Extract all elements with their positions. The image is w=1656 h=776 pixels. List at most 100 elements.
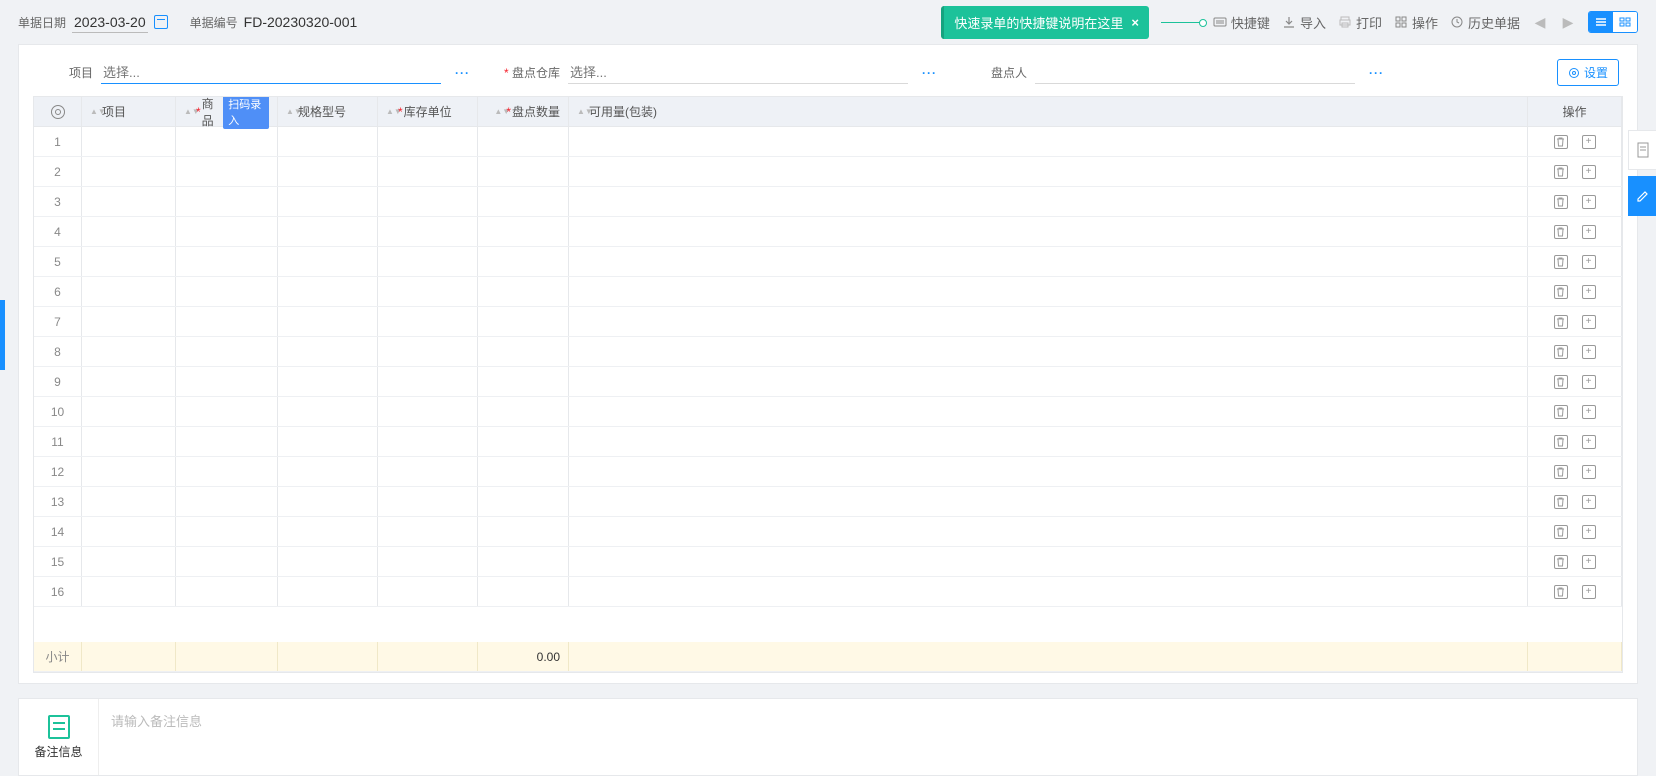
delete-icon[interactable]	[1554, 345, 1568, 359]
cell-unit[interactable]	[378, 247, 478, 276]
table-row[interactable]: 12	[34, 457, 1622, 487]
view-card-icon[interactable]	[1613, 12, 1637, 32]
table-row[interactable]: 4	[34, 217, 1622, 247]
delete-icon[interactable]	[1554, 405, 1568, 419]
cell-qty[interactable]	[478, 577, 569, 606]
cell-spec[interactable]	[278, 247, 378, 276]
cell-unit[interactable]	[378, 307, 478, 336]
delete-icon[interactable]	[1554, 525, 1568, 539]
add-row-icon[interactable]	[1582, 225, 1596, 239]
table-row[interactable]: 7	[34, 307, 1622, 337]
add-row-icon[interactable]	[1582, 555, 1596, 569]
cell-avail[interactable]	[569, 307, 1528, 336]
add-row-icon[interactable]	[1582, 435, 1596, 449]
cell-unit[interactable]	[378, 367, 478, 396]
cell-qty[interactable]	[478, 397, 569, 426]
add-row-icon[interactable]	[1582, 495, 1596, 509]
delete-icon[interactable]	[1554, 315, 1568, 329]
date-value[interactable]: 2023-03-20	[72, 12, 148, 33]
cell-unit[interactable]	[378, 187, 478, 216]
cell-qty[interactable]	[478, 487, 569, 516]
add-row-icon[interactable]	[1582, 165, 1596, 179]
cell-unit[interactable]	[378, 457, 478, 486]
cell-unit[interactable]	[378, 487, 478, 516]
cell-spec[interactable]	[278, 517, 378, 546]
cell-product[interactable]	[176, 487, 278, 516]
table-row[interactable]: 14	[34, 517, 1622, 547]
cell-unit[interactable]	[378, 277, 478, 306]
add-row-icon[interactable]	[1582, 345, 1596, 359]
cell-avail[interactable]	[569, 457, 1528, 486]
cell-avail[interactable]	[569, 277, 1528, 306]
add-row-icon[interactable]	[1582, 285, 1596, 299]
remarks-input[interactable]	[99, 699, 1637, 775]
cell-qty[interactable]	[478, 187, 569, 216]
cell-avail[interactable]	[569, 547, 1528, 576]
shortcut-button[interactable]: 快捷键	[1213, 13, 1270, 32]
cell-qty[interactable]	[478, 127, 569, 156]
cell-product[interactable]	[176, 247, 278, 276]
print-button[interactable]: 打印	[1338, 13, 1382, 32]
cell-project[interactable]	[82, 517, 176, 546]
cell-unit[interactable]	[378, 547, 478, 576]
cell-qty[interactable]	[478, 307, 569, 336]
table-row[interactable]: 13	[34, 487, 1622, 517]
cell-product[interactable]	[176, 367, 278, 396]
settings-button[interactable]: 设置	[1557, 59, 1619, 86]
th-avail[interactable]: ▲▼ 可用量(包装)	[569, 97, 1528, 126]
delete-icon[interactable]	[1554, 135, 1568, 149]
add-row-icon[interactable]	[1582, 585, 1596, 599]
th-spec[interactable]: ▲▼ 规格型号	[278, 97, 378, 126]
table-row[interactable]: 6	[34, 277, 1622, 307]
cell-product[interactable]	[176, 547, 278, 576]
delete-icon[interactable]	[1554, 225, 1568, 239]
add-row-icon[interactable]	[1582, 525, 1596, 539]
cell-project[interactable]	[82, 427, 176, 456]
cell-qty[interactable]	[478, 157, 569, 186]
cell-qty[interactable]	[478, 427, 569, 456]
cell-avail[interactable]	[569, 427, 1528, 456]
cell-avail[interactable]	[569, 127, 1528, 156]
cell-unit[interactable]	[378, 157, 478, 186]
cell-spec[interactable]	[278, 547, 378, 576]
cell-project[interactable]	[82, 457, 176, 486]
add-row-icon[interactable]	[1582, 315, 1596, 329]
cell-product[interactable]	[176, 397, 278, 426]
table-row[interactable]: 9	[34, 367, 1622, 397]
warehouse-more-icon[interactable]: ···	[922, 66, 937, 80]
cell-product[interactable]	[176, 307, 278, 336]
table-row[interactable]: 8	[34, 337, 1622, 367]
cell-product[interactable]	[176, 337, 278, 366]
cell-spec[interactable]	[278, 397, 378, 426]
delete-icon[interactable]	[1554, 555, 1568, 569]
person-select[interactable]	[1035, 62, 1355, 84]
th-unit[interactable]: ▲▼ *库存单位	[378, 97, 478, 126]
cell-qty[interactable]	[478, 277, 569, 306]
cell-product[interactable]	[176, 517, 278, 546]
cell-product[interactable]	[176, 217, 278, 246]
add-row-icon[interactable]	[1582, 195, 1596, 209]
scan-input-tag[interactable]: 扫码录入	[223, 96, 269, 129]
delete-icon[interactable]	[1554, 165, 1568, 179]
history-button[interactable]: 历史单据	[1450, 13, 1520, 32]
import-button[interactable]: 导入	[1282, 13, 1326, 32]
cell-project[interactable]	[82, 547, 176, 576]
cell-project[interactable]	[82, 337, 176, 366]
cell-spec[interactable]	[278, 427, 378, 456]
calendar-icon[interactable]	[154, 15, 168, 29]
cell-spec[interactable]	[278, 577, 378, 606]
person-more-icon[interactable]: ···	[1369, 66, 1384, 80]
cell-qty[interactable]	[478, 337, 569, 366]
cell-avail[interactable]	[569, 337, 1528, 366]
cell-spec[interactable]	[278, 337, 378, 366]
cell-unit[interactable]	[378, 337, 478, 366]
cell-product[interactable]	[176, 577, 278, 606]
th-product[interactable]: ▲▼ *商品 扫码录入	[176, 97, 278, 126]
cell-spec[interactable]	[278, 367, 378, 396]
cell-avail[interactable]	[569, 487, 1528, 516]
view-list-icon[interactable]	[1589, 12, 1613, 32]
project-more-icon[interactable]: ···	[455, 66, 470, 80]
table-row[interactable]: 15	[34, 547, 1622, 577]
cell-avail[interactable]	[569, 367, 1528, 396]
cell-qty[interactable]	[478, 217, 569, 246]
